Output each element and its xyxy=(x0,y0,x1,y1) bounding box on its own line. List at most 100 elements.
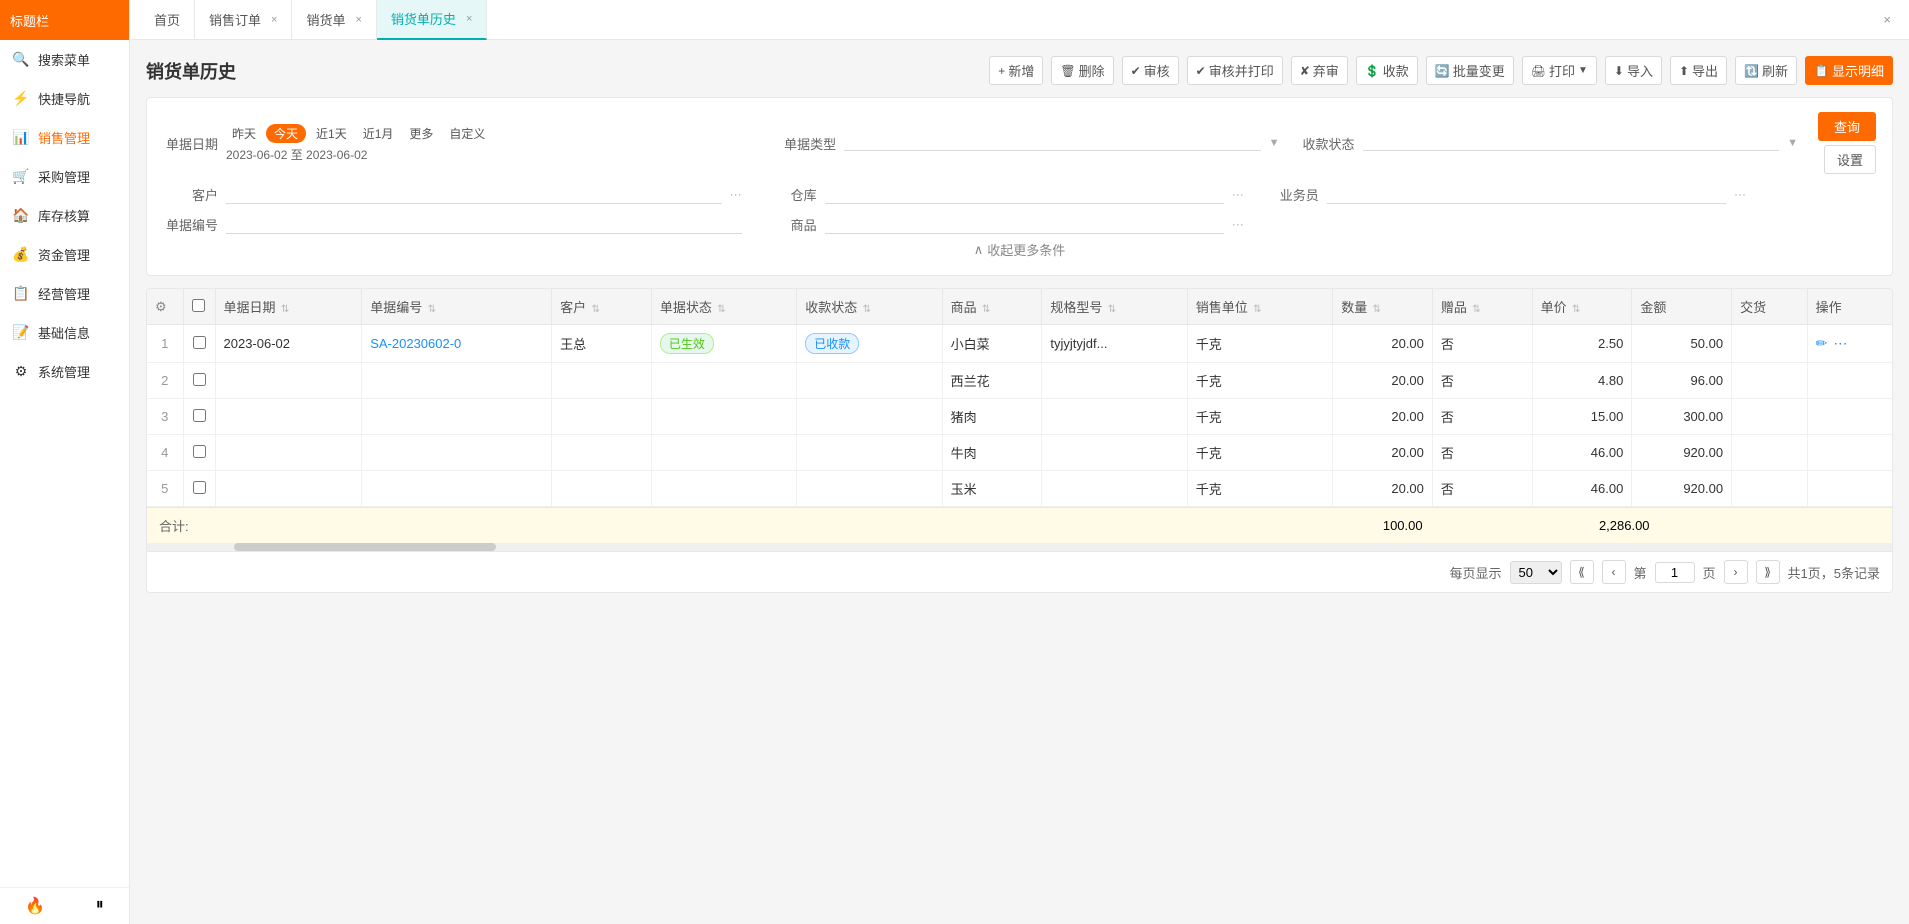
td-doc-no[interactable] xyxy=(362,363,552,399)
th-payment-status[interactable]: 收款状态 ⇅ xyxy=(797,289,942,325)
warehouse-input[interactable] xyxy=(825,184,1224,204)
abandon-button[interactable]: ✘ 弃审 xyxy=(1291,56,1348,85)
export-button[interactable]: ⬆ 导出 xyxy=(1670,56,1727,85)
date-range-display[interactable]: 2023-06-02 至 2023-06-02 xyxy=(226,146,761,163)
select-all-checkbox[interactable] xyxy=(192,299,205,312)
refresh-button[interactable]: 🔃 刷新 xyxy=(1735,56,1797,85)
customer-ellipsis[interactable]: ··· xyxy=(730,187,742,201)
sidebar-item-inventory[interactable]: 🏠 库存核算 xyxy=(0,196,129,235)
td-checkbox[interactable] xyxy=(183,399,215,435)
td-checkbox[interactable] xyxy=(183,363,215,399)
settings-gear-icon[interactable]: ⚙ xyxy=(155,299,167,314)
goods-input[interactable] xyxy=(825,214,1224,234)
per-page-select[interactable]: 20 50 100 xyxy=(1510,561,1562,584)
sidebar-item-sales-mgmt[interactable]: 📊 销售管理 xyxy=(0,118,129,157)
payment-status-dropdown-icon[interactable]: ▼ xyxy=(1787,137,1798,149)
collect-button[interactable]: 💲 收款 xyxy=(1356,56,1418,85)
tab-sales-history-close[interactable]: × xyxy=(466,13,472,25)
th-unit[interactable]: 销售单位 ⇅ xyxy=(1187,289,1332,325)
td-doc-no[interactable]: SA-20230602-0 xyxy=(362,325,552,363)
audit-print-button[interactable]: ✔ 审核并打印 xyxy=(1187,56,1283,85)
sidebar-item-search-menu[interactable]: 🔍 搜索菜单 xyxy=(0,40,129,79)
td-doc-no[interactable] xyxy=(362,471,552,507)
th-customer[interactable]: 客户 ⇅ xyxy=(552,289,652,325)
goods-ellipsis[interactable]: ··· xyxy=(1232,217,1244,231)
prev-page-btn[interactable]: ‹ xyxy=(1602,560,1626,584)
doc-no-link[interactable]: SA-20230602-0 xyxy=(370,336,461,351)
row-checkbox[interactable] xyxy=(193,481,206,494)
qty-sort-icon[interactable]: ⇅ xyxy=(1373,304,1381,315)
sidebar-item-quick-nav[interactable]: ⚡ 快捷导航 xyxy=(0,79,129,118)
row-checkbox[interactable] xyxy=(193,373,206,386)
doc-status-sort-icon[interactable]: ⇅ xyxy=(717,304,725,315)
horizontal-scrollbar[interactable] xyxy=(147,543,1892,551)
th-qty[interactable]: 数量 ⇅ xyxy=(1333,289,1433,325)
th-checkbox[interactable] xyxy=(183,289,215,325)
row-checkbox[interactable] xyxy=(193,409,206,422)
date-tag-today[interactable]: 今天 xyxy=(266,124,306,143)
sidebar-item-finance[interactable]: 💰 资金管理 xyxy=(0,235,129,274)
date-tag-7days[interactable]: 近1天 xyxy=(310,124,353,143)
th-settings[interactable]: ⚙ xyxy=(147,289,183,325)
doc-no-sort-icon[interactable]: ⇅ xyxy=(428,304,436,315)
sidebar-item-system[interactable]: ⚙ 系统管理 xyxy=(0,352,129,391)
date-tag-yesterday[interactable]: 昨天 xyxy=(226,124,262,143)
th-doc-status[interactable]: 单据状态 ⇅ xyxy=(651,289,796,325)
row-checkbox[interactable] xyxy=(193,336,206,349)
delete-button[interactable]: 🗑 删除 xyxy=(1051,56,1113,85)
payment-status-sort-icon[interactable]: ⇅ xyxy=(863,304,871,315)
tab-home[interactable]: 首页 xyxy=(140,0,195,40)
customer-input[interactable] xyxy=(226,184,722,204)
print-button[interactable]: 🖨 打印 ▼ xyxy=(1522,56,1597,85)
tab-sales-history[interactable]: 销货单历史 × xyxy=(377,0,487,40)
next-page-btn[interactable]: › xyxy=(1724,560,1748,584)
add-button[interactable]: + 新增 xyxy=(989,56,1043,85)
date-tag-more[interactable]: 更多 xyxy=(403,124,439,143)
tab-sales-goods-close[interactable]: × xyxy=(355,14,361,26)
th-doc-date[interactable]: 单据日期 ⇅ xyxy=(215,289,362,325)
payment-status-input[interactable] xyxy=(1363,135,1780,151)
customer-sort-icon[interactable]: ⇅ xyxy=(591,304,599,315)
th-goods[interactable]: 商品 ⇅ xyxy=(942,289,1042,325)
settings-button[interactable]: 设置 xyxy=(1824,145,1876,174)
edit-icon[interactable]: ✏ xyxy=(1816,335,1828,352)
sidebar-footer-icon1[interactable]: 🔥 xyxy=(25,896,45,916)
sidebar-item-purchase-mgmt[interactable]: 🛒 采购管理 xyxy=(0,157,129,196)
th-spec[interactable]: 规格型号 ⇅ xyxy=(1042,289,1187,325)
show-detail-button[interactable]: 📋 显示明细 xyxy=(1805,56,1893,85)
tab-sales-order[interactable]: 销售订单 × xyxy=(195,0,292,40)
date-tag-custom[interactable]: 自定义 xyxy=(443,124,491,143)
gift-sort-icon[interactable]: ⇅ xyxy=(1472,304,1480,315)
doc-date-sort-icon[interactable]: ⇅ xyxy=(281,304,289,315)
more-icon[interactable]: ⋯ xyxy=(1833,335,1847,352)
first-page-btn[interactable]: ⟪ xyxy=(1570,560,1594,584)
business-input[interactable] xyxy=(1327,184,1726,204)
business-ellipsis[interactable]: ··· xyxy=(1734,187,1746,201)
sidebar-item-operation[interactable]: 📋 经营管理 xyxy=(0,274,129,313)
unit-sort-icon[interactable]: ⇅ xyxy=(1253,304,1261,315)
tab-sales-goods[interactable]: 销货单 × xyxy=(292,0,376,40)
th-price[interactable]: 单价 ⇅ xyxy=(1532,289,1632,325)
audit-button[interactable]: ✔ 审核 xyxy=(1122,56,1179,85)
td-checkbox[interactable] xyxy=(183,471,215,507)
last-page-btn[interactable]: ⟫ xyxy=(1756,560,1780,584)
th-transaction[interactable]: 交货 xyxy=(1732,289,1808,325)
td-checkbox[interactable] xyxy=(183,325,215,363)
row-checkbox[interactable] xyxy=(193,445,206,458)
price-sort-icon[interactable]: ⇅ xyxy=(1572,304,1580,315)
td-doc-no[interactable] xyxy=(362,399,552,435)
collapse-button[interactable]: ∧ 收起更多条件 xyxy=(964,238,1076,261)
sidebar-item-basic-info[interactable]: 📝 基础信息 xyxy=(0,313,129,352)
doc-type-input[interactable] xyxy=(844,135,1261,151)
th-gift[interactable]: 赠品 ⇅ xyxy=(1432,289,1532,325)
tab-bar-close-all[interactable]: × xyxy=(1875,12,1899,27)
doc-type-dropdown-icon[interactable]: ▼ xyxy=(1269,137,1280,149)
batch-change-button[interactable]: 🔄 批量变更 xyxy=(1426,56,1514,85)
sidebar-footer-icon2[interactable]: ⏸ xyxy=(96,896,104,916)
date-tag-month[interactable]: 近1月 xyxy=(357,124,400,143)
tab-sales-order-close[interactable]: × xyxy=(271,14,277,26)
import-button[interactable]: ⬇ 导入 xyxy=(1605,56,1662,85)
td-checkbox[interactable] xyxy=(183,435,215,471)
th-doc-no[interactable]: 单据编号 ⇅ xyxy=(362,289,552,325)
td-doc-no[interactable] xyxy=(362,435,552,471)
